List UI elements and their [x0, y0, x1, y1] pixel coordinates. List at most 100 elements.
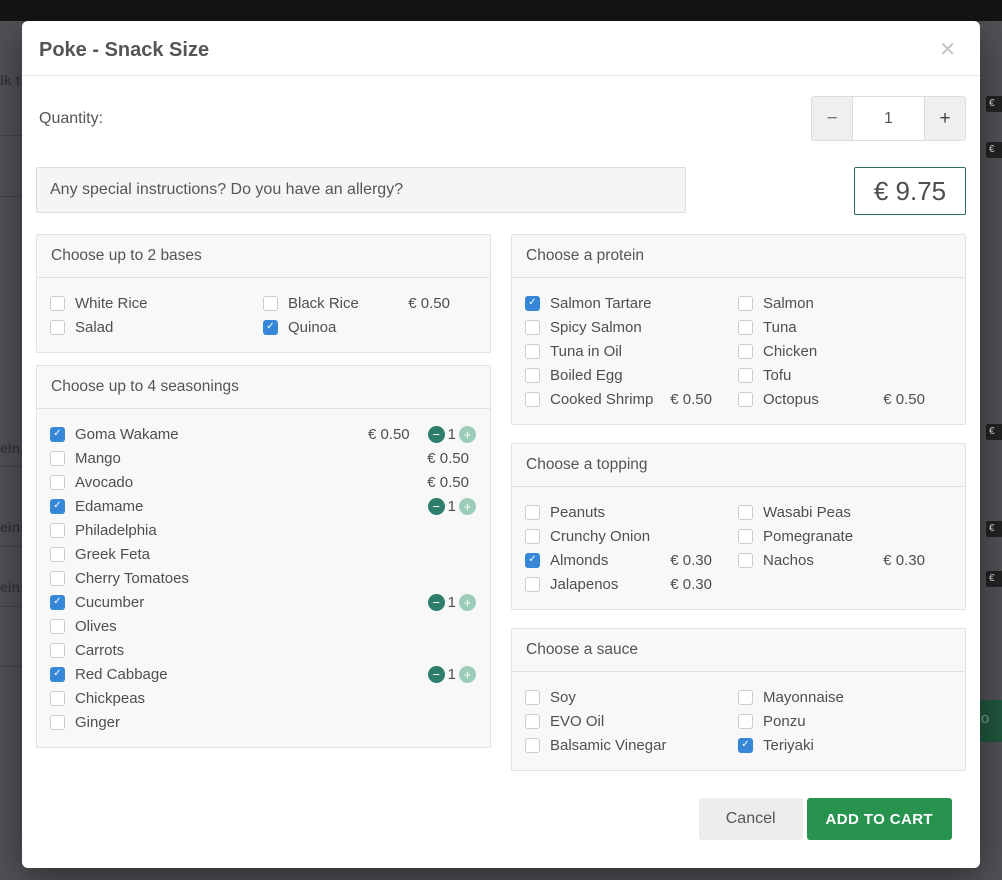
option-label: Teriyaki — [763, 737, 814, 754]
option-row: ✓Goma Wakame€ 0.50−1+ — [50, 422, 476, 446]
increase-icon[interactable]: + — [459, 498, 476, 515]
checkbox-wasabi-peas[interactable] — [738, 505, 753, 520]
checkbox-ponzu[interactable] — [738, 714, 753, 729]
checkbox-goma-wakame[interactable]: ✓ — [50, 427, 65, 442]
decrease-icon[interactable]: − — [428, 426, 445, 443]
option-cell: Ponzu — [738, 713, 951, 730]
background-separator — [0, 546, 22, 547]
background-separator — [0, 466, 22, 467]
option-label: Greek Feta — [75, 546, 150, 563]
option-cell: ✓Goma Wakame€ 0.50−1+ — [50, 426, 476, 443]
increase-icon[interactable]: + — [459, 594, 476, 611]
panel-bases-options: White RiceBlack Rice€ 0.50Salad✓Quinoa — [37, 278, 490, 352]
checkbox-cherry-tomatoes[interactable] — [50, 571, 65, 586]
checkbox-red-cabbage[interactable]: ✓ — [50, 667, 65, 682]
option-price: € 0.50 — [883, 391, 925, 408]
background-separator — [0, 135, 22, 136]
checkbox-crunchy-onion[interactable] — [525, 529, 540, 544]
checkbox-salad[interactable] — [50, 320, 65, 335]
increase-icon[interactable]: + — [459, 666, 476, 683]
checkbox-cooked-shrimp[interactable] — [525, 392, 540, 407]
checkbox-salmon[interactable] — [738, 296, 753, 311]
option-cell: ✓Edamame−1+ — [50, 498, 476, 515]
checkbox-quinoa[interactable]: ✓ — [263, 320, 278, 335]
decrease-icon[interactable]: − — [428, 666, 445, 683]
checkbox-jalapenos[interactable] — [525, 577, 540, 592]
checkbox-salmon-tartare[interactable]: ✓ — [525, 296, 540, 311]
close-icon[interactable]: ✕ — [935, 38, 960, 62]
decrease-icon[interactable]: − — [428, 594, 445, 611]
checkbox-nachos[interactable] — [738, 553, 753, 568]
option-cell: Wasabi Peas — [738, 504, 951, 521]
option-cell: Tofu — [738, 367, 951, 384]
option-cell: ✓Red Cabbage−1+ — [50, 666, 476, 683]
option-quantity-stepper: −1+ — [428, 498, 476, 515]
option-label: Mayonnaise — [763, 689, 844, 706]
checkbox-soy[interactable] — [525, 690, 540, 705]
checkbox-evo-oil[interactable] — [525, 714, 540, 729]
option-label: Salad — [75, 319, 113, 336]
checkbox-octopus[interactable] — [738, 392, 753, 407]
checkbox-greek-feta[interactable] — [50, 547, 65, 562]
panel-seasonings-options: ✓Goma Wakame€ 0.50−1+Mango€ 0.50Avocado€… — [37, 409, 490, 747]
option-label: Olives — [75, 618, 117, 635]
checkbox-teriyaki[interactable]: ✓ — [738, 738, 753, 753]
checkbox-carrots[interactable] — [50, 643, 65, 658]
quantity-increase-button[interactable]: + — [925, 97, 965, 140]
checkbox-edamame[interactable]: ✓ — [50, 499, 65, 514]
checkbox-tuna-in-oil[interactable] — [525, 344, 540, 359]
special-instructions-input[interactable] — [36, 167, 686, 213]
checkbox-chickpeas[interactable] — [50, 691, 65, 706]
checkbox-cucumber[interactable]: ✓ — [50, 595, 65, 610]
checkbox-chicken[interactable] — [738, 344, 753, 359]
checkbox-boiled-egg[interactable] — [525, 368, 540, 383]
checkbox-mayonnaise[interactable] — [738, 690, 753, 705]
option-cell: Philadelphia — [50, 522, 476, 539]
background-price-badge: € — [986, 571, 1002, 587]
decrease-icon[interactable]: − — [428, 498, 445, 515]
panel-protein: Choose a protein ✓Salmon TartareSalmonSp… — [511, 234, 966, 425]
checkbox-avocado[interactable] — [50, 475, 65, 490]
option-label: Salmon — [763, 295, 814, 312]
option-label: Avocado — [75, 474, 133, 491]
checkbox-tuna[interactable] — [738, 320, 753, 335]
checkbox-pomegranate[interactable] — [738, 529, 753, 544]
option-row: Boiled EggTofu — [525, 363, 951, 387]
instructions-row: € 9.75 — [36, 167, 966, 215]
checkbox-tofu[interactable] — [738, 368, 753, 383]
checkbox-peanuts[interactable] — [525, 505, 540, 520]
quantity-decrease-button[interactable]: − — [812, 97, 852, 140]
increase-icon[interactable]: + — [459, 426, 476, 443]
panel-protein-options: ✓Salmon TartareSalmonSpicy SalmonTunaTun… — [512, 278, 965, 424]
checkbox-black-rice[interactable] — [263, 296, 278, 311]
checkbox-white-rice[interactable] — [50, 296, 65, 311]
checkbox-philadelphia[interactable] — [50, 523, 65, 538]
option-label: Cherry Tomatoes — [75, 570, 189, 587]
option-row: EVO OilPonzu — [525, 709, 951, 733]
option-price: € 0.50 — [427, 450, 469, 467]
quantity-value[interactable]: 1 — [852, 97, 925, 140]
quantity-label: Quantity: — [39, 110, 103, 128]
checkbox-mango[interactable] — [50, 451, 65, 466]
option-label: Cooked Shrimp — [550, 391, 653, 408]
checkbox-ginger[interactable] — [50, 715, 65, 730]
quantity-row: Quantity: − 1 + — [36, 96, 966, 141]
option-row: Carrots — [50, 638, 476, 662]
add-to-cart-button[interactable]: ADD TO CART — [807, 798, 952, 840]
checkbox-olives[interactable] — [50, 619, 65, 634]
option-row: Balsamic Vinegar✓Teriyaki — [525, 733, 951, 757]
option-label: Philadelphia — [75, 522, 157, 539]
checkbox-balsamic-vinegar[interactable] — [525, 738, 540, 753]
checkbox-spicy-salmon[interactable] — [525, 320, 540, 335]
option-row: Tuna in OilChicken — [525, 339, 951, 363]
option-price: € 0.50 — [670, 391, 712, 408]
option-price: € 0.50 — [408, 295, 450, 312]
option-cell: Olives — [50, 618, 476, 635]
checkbox-almonds[interactable]: ✓ — [525, 553, 540, 568]
option-label: Tuna in Oil — [550, 343, 622, 360]
panel-protein-title: Choose a protein — [512, 235, 965, 278]
option-cell: ✓Quinoa — [263, 319, 476, 336]
cancel-button[interactable]: Cancel — [699, 798, 803, 840]
option-quantity-stepper: −1+ — [428, 594, 476, 611]
option-label: Spicy Salmon — [550, 319, 642, 336]
